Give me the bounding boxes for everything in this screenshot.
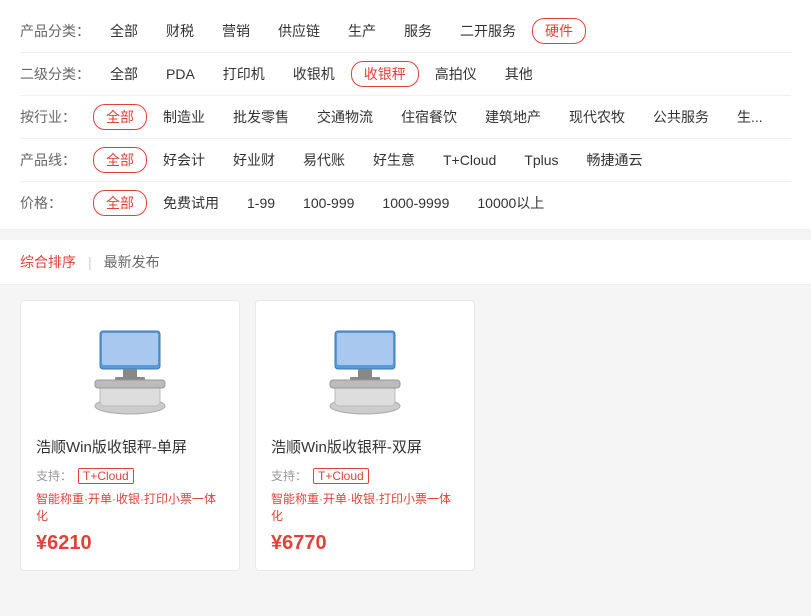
filter-item-productline-changjie[interactable]: 畅捷通云 bbox=[575, 148, 655, 172]
filter-item-industry-manufacture[interactable]: 制造业 bbox=[151, 105, 217, 129]
filter-item-subcategory-printer[interactable]: 打印机 bbox=[211, 62, 277, 86]
sort-item-comprehensive[interactable]: 综合排序 bbox=[20, 250, 84, 274]
product-card-product1[interactable]: 浩顺Win版收银秤-单屏 支持： T+Cloud 智能称重·开单·收银·打印小票… bbox=[20, 300, 240, 571]
filter-item-price-1000-9999[interactable]: 1000-9999 bbox=[370, 193, 461, 213]
filter-row-industry: 按行业： 全部制造业批发零售交通物流住宿餐饮建筑地产现代农牧公共服务生... bbox=[20, 96, 791, 139]
product-image-product1 bbox=[36, 321, 224, 421]
product-title-product1: 浩顺Win版收银秤-单屏 bbox=[36, 436, 224, 457]
support-label-product1: 支持： bbox=[36, 467, 72, 484]
filter-item-category-production[interactable]: 生产 bbox=[336, 19, 388, 43]
filter-item-productline-tplus[interactable]: Tplus bbox=[512, 150, 570, 170]
filter-item-industry-all[interactable]: 全部 bbox=[93, 104, 147, 130]
filter-row-subcategory: 二级分类： 全部PDA打印机收银机收银秤高拍仪其他 bbox=[20, 53, 791, 96]
filter-item-category-hardware[interactable]: 硬件 bbox=[532, 18, 586, 44]
filter-items-productline: 全部好会计好业财易代账好生意T+CloudTplus畅捷通云 bbox=[93, 147, 659, 173]
filter-item-industry-transport[interactable]: 交通物流 bbox=[305, 105, 385, 129]
filter-item-productline-hss[interactable]: 好生意 bbox=[361, 148, 427, 172]
filter-item-price-free[interactable]: 免费试用 bbox=[151, 191, 231, 215]
product-image-product2 bbox=[271, 321, 459, 421]
filter-item-category-tax[interactable]: 财税 bbox=[154, 19, 206, 43]
support-label-product2: 支持： bbox=[271, 467, 307, 484]
filter-item-category-service[interactable]: 服务 bbox=[392, 19, 444, 43]
filter-item-productline-all[interactable]: 全部 bbox=[93, 147, 147, 173]
product-desc-product2: 智能称重·开单·收银·打印小票一体化 bbox=[271, 490, 459, 524]
filter-section: 产品分类： 全部财税营销供应链生产服务二开服务硬件 二级分类： 全部PDA打印机… bbox=[0, 0, 811, 230]
sort-divider: | bbox=[84, 254, 96, 270]
filter-item-productline-hkj[interactable]: 好会计 bbox=[151, 148, 217, 172]
filter-item-productline-hyc[interactable]: 好业财 bbox=[221, 148, 287, 172]
filter-label-subcategory: 二级分类： bbox=[20, 64, 90, 84]
product-desc-product1: 智能称重·开单·收银·打印小票一体化 bbox=[36, 490, 224, 524]
products-area: 浩顺Win版收银秤-单屏 支持： T+Cloud 智能称重·开单·收银·打印小票… bbox=[0, 285, 811, 586]
product-card-product2[interactable]: 浩顺Win版收银秤-双屏 支持： T+Cloud 智能称重·开单·收银·打印小票… bbox=[255, 300, 475, 571]
product-support-product1: 支持： T+Cloud bbox=[36, 467, 224, 484]
filter-item-category-all[interactable]: 全部 bbox=[98, 19, 150, 43]
product-price-product2: ¥6770 bbox=[271, 532, 459, 555]
support-tag-product2: T+Cloud bbox=[313, 468, 369, 484]
filter-item-category-twoopen[interactable]: 二开服务 bbox=[448, 19, 528, 43]
product-title-product2: 浩顺Win版收银秤-双屏 bbox=[271, 436, 459, 457]
filter-items-subcategory: 全部PDA打印机收银机收银秤高拍仪其他 bbox=[98, 61, 549, 87]
support-tag-product1: T+Cloud bbox=[78, 468, 134, 484]
filter-item-price-10000up[interactable]: 10000以上 bbox=[465, 191, 556, 215]
product-support-product2: 支持： T+Cloud bbox=[271, 467, 459, 484]
filter-label-price: 价格： bbox=[20, 193, 85, 213]
filter-item-category-marketing[interactable]: 营销 bbox=[210, 19, 262, 43]
filter-item-industry-construction[interactable]: 建筑地产 bbox=[473, 105, 553, 129]
filter-item-price-100-999[interactable]: 100-999 bbox=[291, 193, 366, 213]
sort-item-latest[interactable]: 最新发布 bbox=[96, 250, 168, 274]
filter-item-industry-public[interactable]: 公共服务 bbox=[641, 105, 721, 129]
filter-item-industry-agriculture[interactable]: 现代农牧 bbox=[557, 105, 637, 129]
filter-label-industry: 按行业： bbox=[20, 107, 85, 127]
filter-row-category: 产品分类： 全部财税营销供应链生产服务二开服务硬件 bbox=[20, 10, 791, 53]
filter-items-category: 全部财税营销供应链生产服务二开服务硬件 bbox=[98, 18, 590, 44]
filter-label-productline: 产品线： bbox=[20, 150, 85, 170]
filter-item-category-supply[interactable]: 供应链 bbox=[266, 19, 332, 43]
filter-items-price: 全部免费试用1-99100-9991000-999910000以上 bbox=[93, 190, 560, 216]
filter-row-productline: 产品线： 全部好会计好业财易代账好生意T+CloudTplus畅捷通云 bbox=[20, 139, 791, 182]
filter-label-category: 产品分类： bbox=[20, 21, 90, 41]
filter-item-subcategory-all[interactable]: 全部 bbox=[98, 62, 150, 86]
sort-bar: 综合排序 | 最新发布 bbox=[0, 240, 811, 285]
filter-item-subcategory-cashregister[interactable]: 收银机 bbox=[281, 62, 347, 86]
filter-item-subcategory-pda[interactable]: PDA bbox=[154, 64, 207, 84]
filter-item-industry-wholesale[interactable]: 批发零售 bbox=[221, 105, 301, 129]
filter-item-industry-more[interactable]: 生... bbox=[725, 105, 775, 129]
product-price-product1: ¥6210 bbox=[36, 532, 224, 555]
filter-item-subcategory-other[interactable]: 其他 bbox=[493, 62, 545, 86]
filter-item-productline-ydz[interactable]: 易代账 bbox=[291, 148, 357, 172]
filter-row-price: 价格： 全部免费试用1-99100-9991000-999910000以上 bbox=[20, 182, 791, 224]
filter-item-industry-hotel[interactable]: 住宿餐饮 bbox=[389, 105, 469, 129]
filter-item-price-1-99[interactable]: 1-99 bbox=[235, 193, 287, 213]
filter-item-subcategory-scale[interactable]: 收银秤 bbox=[351, 61, 419, 87]
filter-item-price-all[interactable]: 全部 bbox=[93, 190, 147, 216]
filter-item-subcategory-highshot[interactable]: 高拍仪 bbox=[423, 62, 489, 86]
filter-items-industry: 全部制造业批发零售交通物流住宿餐饮建筑地产现代农牧公共服务生... bbox=[93, 104, 779, 130]
filter-item-productline-tcloud[interactable]: T+Cloud bbox=[431, 150, 508, 170]
